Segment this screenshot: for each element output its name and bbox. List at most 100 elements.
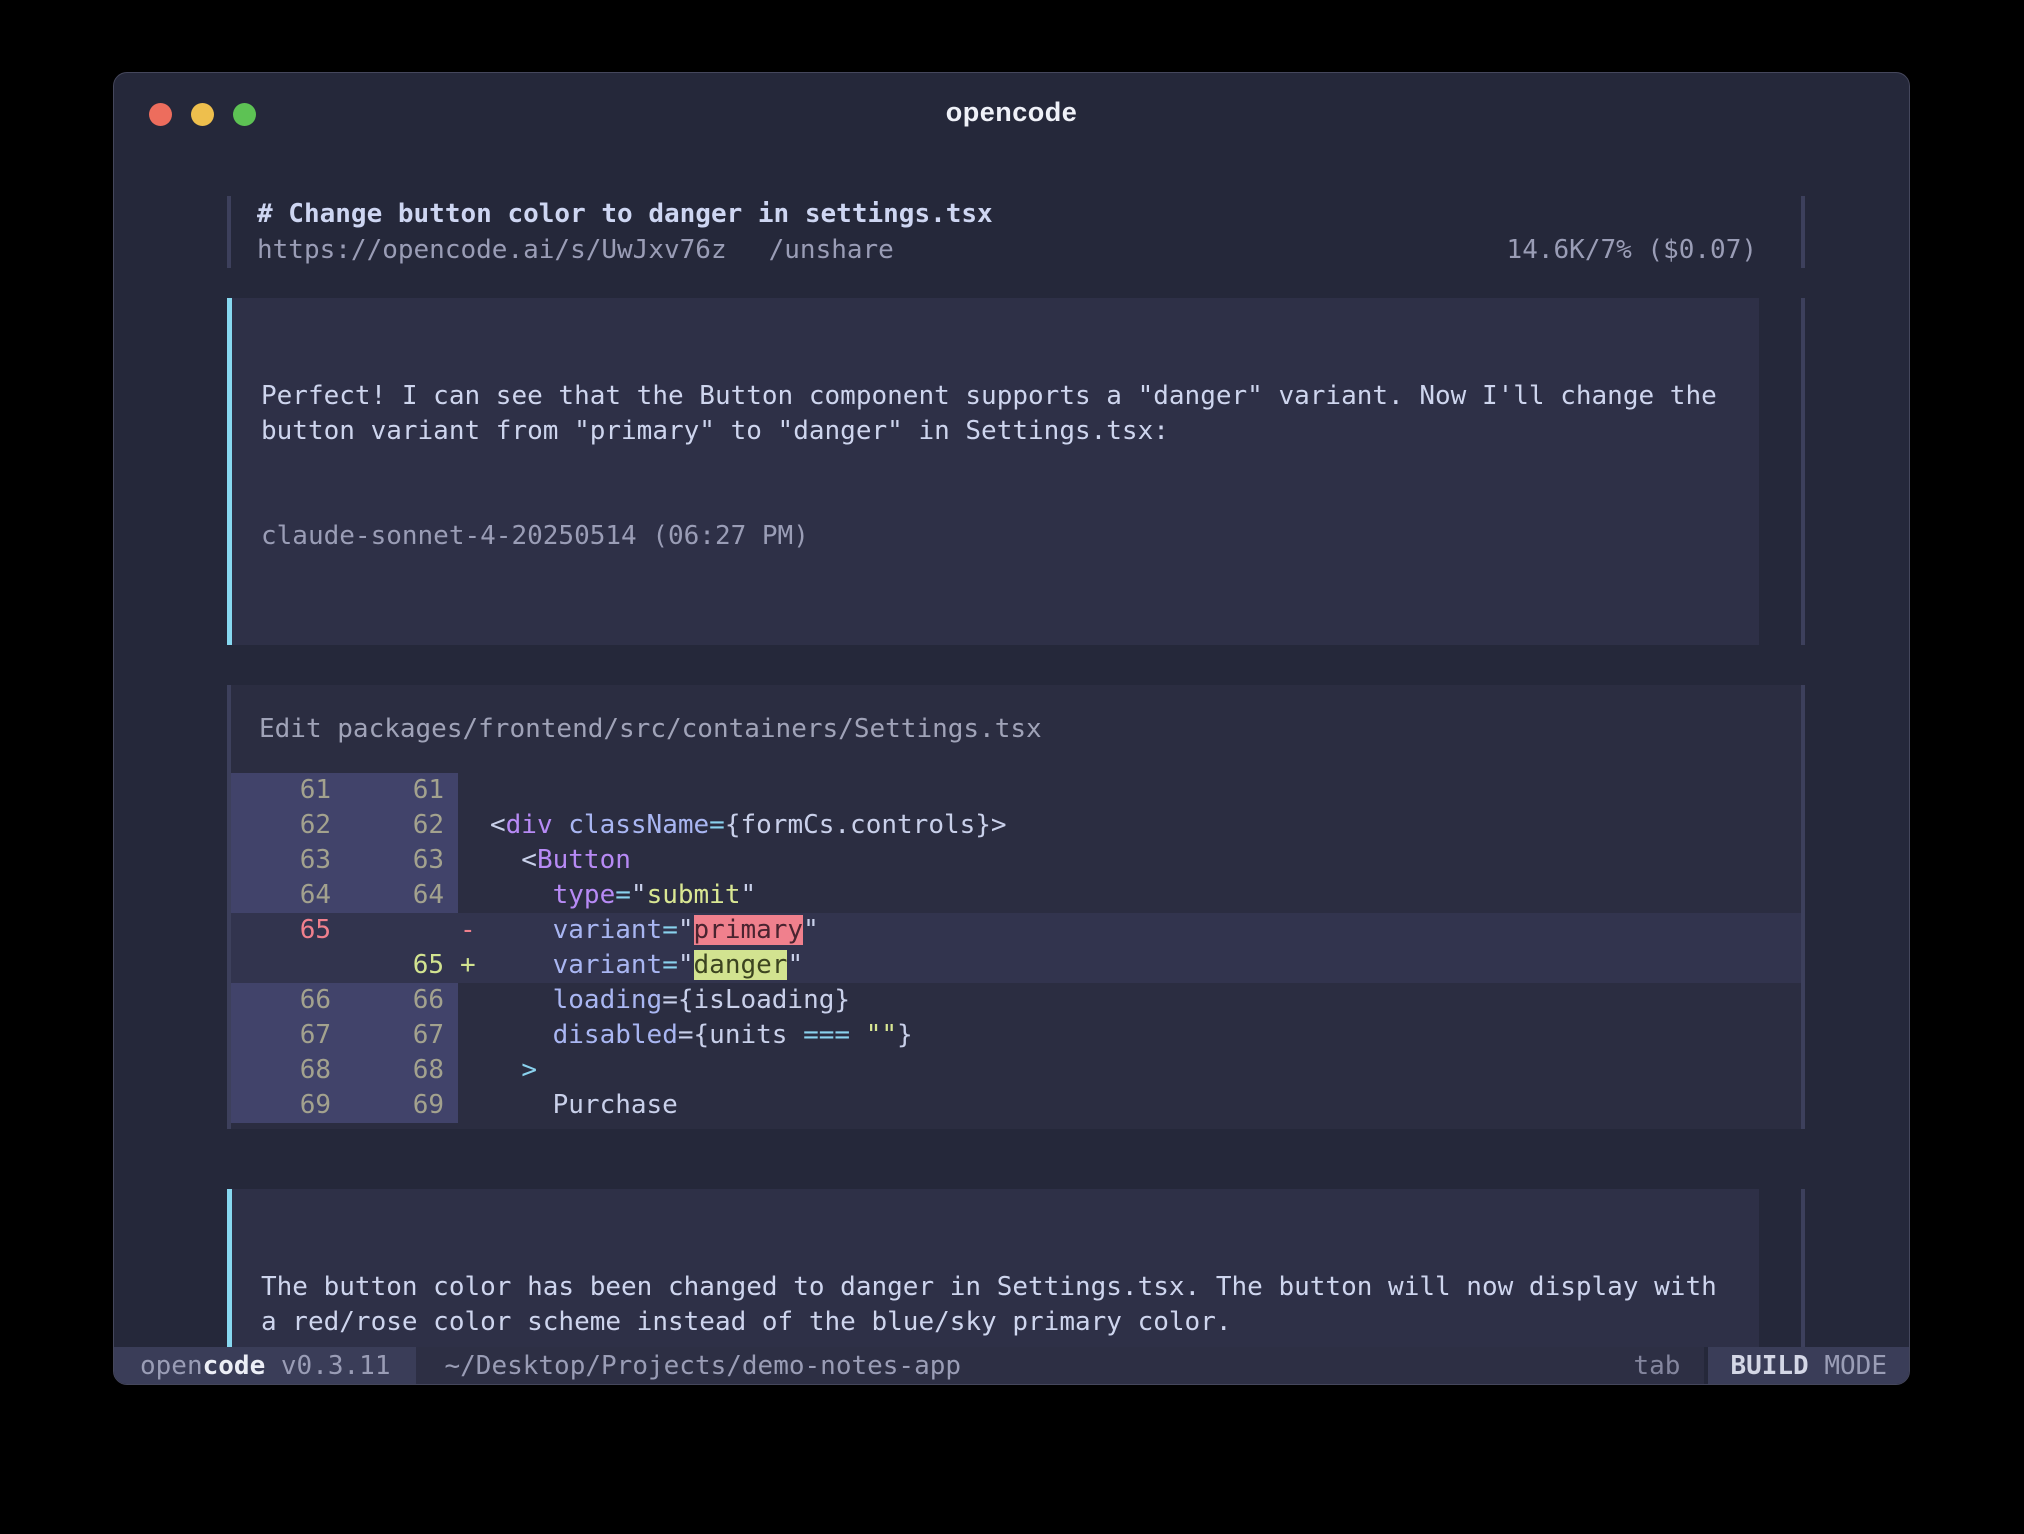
diff-gutter: 65 (231, 913, 458, 948)
session-header: # Change button color to danger in setti… (227, 196, 1805, 268)
code-token: = (662, 915, 678, 945)
code-token: " (740, 880, 756, 910)
status-bar: opencode v0.3.11 ~/Desktop/Projects/demo… (114, 1347, 1909, 1384)
code-token: < (490, 810, 506, 840)
code-token: = (662, 950, 678, 980)
diff-code-line: variant="primary" (490, 913, 1801, 948)
code-token: Button (537, 845, 631, 875)
code-token: ={units (678, 1020, 803, 1050)
diff-gutter: 6868 (231, 1053, 458, 1088)
diff-gutter: 65 (231, 948, 458, 983)
code-token (490, 1055, 521, 1085)
opencode-window: opencode # Change button color to danger… (113, 72, 1910, 1385)
code-token: type (553, 880, 616, 910)
new-line-number: 61 (331, 773, 458, 808)
code-token: = (709, 810, 725, 840)
diff-code-line: disabled={units === ""} (490, 1018, 1801, 1053)
old-line-number: 69 (231, 1088, 331, 1123)
diff-code-line: variant="danger" (490, 948, 1801, 983)
code-token (850, 1020, 866, 1050)
new-line-number: 69 (331, 1088, 458, 1123)
code-token: submit (647, 880, 741, 910)
session-title: # Change button color to danger in setti… (257, 196, 1757, 232)
diff-marker (458, 843, 490, 878)
code-token: "" (866, 1020, 897, 1050)
diff-gutter: 6363 (231, 843, 458, 878)
diff-row: 6767 disabled={units === ""} (231, 1018, 1801, 1053)
message-text: The button color has been changed to dan… (261, 1270, 1749, 1340)
session-subtitle: https://opencode.ai/s/UwJxv76z /unshare … (257, 232, 1757, 268)
diff-code-line: loading={isLoading} (490, 983, 1801, 1018)
diff-gutter: 6666 (231, 983, 458, 1018)
window-title: opencode (114, 97, 1909, 128)
share-url-link[interactable]: https://opencode.ai/s/UwJxv76z (257, 232, 727, 268)
old-line-number: 66 (231, 983, 331, 1018)
brand-code: code (203, 1351, 266, 1381)
code-token: loading (553, 985, 663, 1015)
session-right-rail (1801, 196, 1805, 268)
diff-row: 6262 <div className={formCs.controls}> (231, 808, 1801, 843)
diff-marker: + (458, 948, 490, 983)
diff-row: 65+ variant="danger" (231, 948, 1801, 983)
code-token: ={isLoading} (662, 985, 850, 1015)
new-line-number: 66 (331, 983, 458, 1018)
message-right-rail (1801, 298, 1805, 645)
new-line-number: 65 (331, 948, 458, 983)
edit-right-rail (1801, 685, 1805, 1129)
code-token (490, 950, 553, 980)
message-line: Perfect! I can see that the Button compo… (261, 379, 1749, 414)
diff-code-line: <Button (490, 843, 1801, 878)
message-text: Perfect! I can see that the Button compo… (261, 379, 1749, 449)
old-line-number: 64 (231, 878, 331, 913)
new-line-number: 62 (331, 808, 458, 843)
diff-marker: - (458, 913, 490, 948)
code-token: " (787, 950, 803, 980)
diff-code-line: <div className={formCs.controls}> (490, 808, 1801, 843)
tab-keybind[interactable]: tab (1609, 1347, 1704, 1384)
code-token: danger (694, 950, 788, 980)
code-token: div (506, 810, 553, 840)
diff-marker (458, 1053, 490, 1088)
edit-title: Edit packages/frontend/src/containers/Se… (231, 711, 1801, 747)
code-token: " (678, 915, 694, 945)
titlebar: opencode (114, 73, 1909, 149)
message-gap (1759, 298, 1801, 645)
app-version: v0.3.11 (265, 1351, 390, 1381)
code-token: " (678, 950, 694, 980)
session-header-body: # Change button color to danger in setti… (231, 196, 1801, 268)
code-token: " (803, 915, 819, 945)
old-line-number (231, 948, 331, 983)
old-line-number: 62 (231, 808, 331, 843)
diff-code-line (490, 773, 1801, 808)
code-token: variant (553, 915, 663, 945)
mode-suffix: MODE (1809, 1351, 1887, 1381)
diff-marker (458, 808, 490, 843)
code-token (490, 880, 553, 910)
unshare-command[interactable]: /unshare (769, 232, 894, 268)
old-line-number: 67 (231, 1018, 331, 1053)
new-line-number: 68 (331, 1053, 458, 1088)
code-token: Purchase (490, 1090, 678, 1120)
old-line-number: 63 (231, 843, 331, 878)
token-usage: 14.6K/7% ($0.07) (1507, 232, 1757, 268)
diff-gutter: 6969 (231, 1088, 458, 1123)
old-line-number: 65 (231, 913, 331, 948)
diff-marker (458, 773, 490, 808)
new-line-number: 63 (331, 843, 458, 878)
code-token: " (631, 880, 647, 910)
code-token: {formCs.controls}> (725, 810, 1007, 840)
diff-marker (458, 1018, 490, 1053)
code-token: variant (553, 950, 663, 980)
code-token: primary (694, 915, 804, 945)
diff-gutter: 6464 (231, 878, 458, 913)
message-line: a red/rose color scheme instead of the b… (261, 1305, 1749, 1340)
brand-open: open (140, 1351, 203, 1381)
diff-gutter: 6767 (231, 1018, 458, 1053)
edit-body: Edit packages/frontend/src/containers/Se… (231, 685, 1801, 1129)
code-token: = (615, 880, 631, 910)
diff-marker (458, 878, 490, 913)
code-token: < (490, 845, 537, 875)
message-line: button variant from "primary" to "danger… (261, 414, 1749, 449)
new-line-number (331, 913, 458, 948)
edit-tool-block: Edit packages/frontend/src/containers/Se… (227, 685, 1805, 1129)
